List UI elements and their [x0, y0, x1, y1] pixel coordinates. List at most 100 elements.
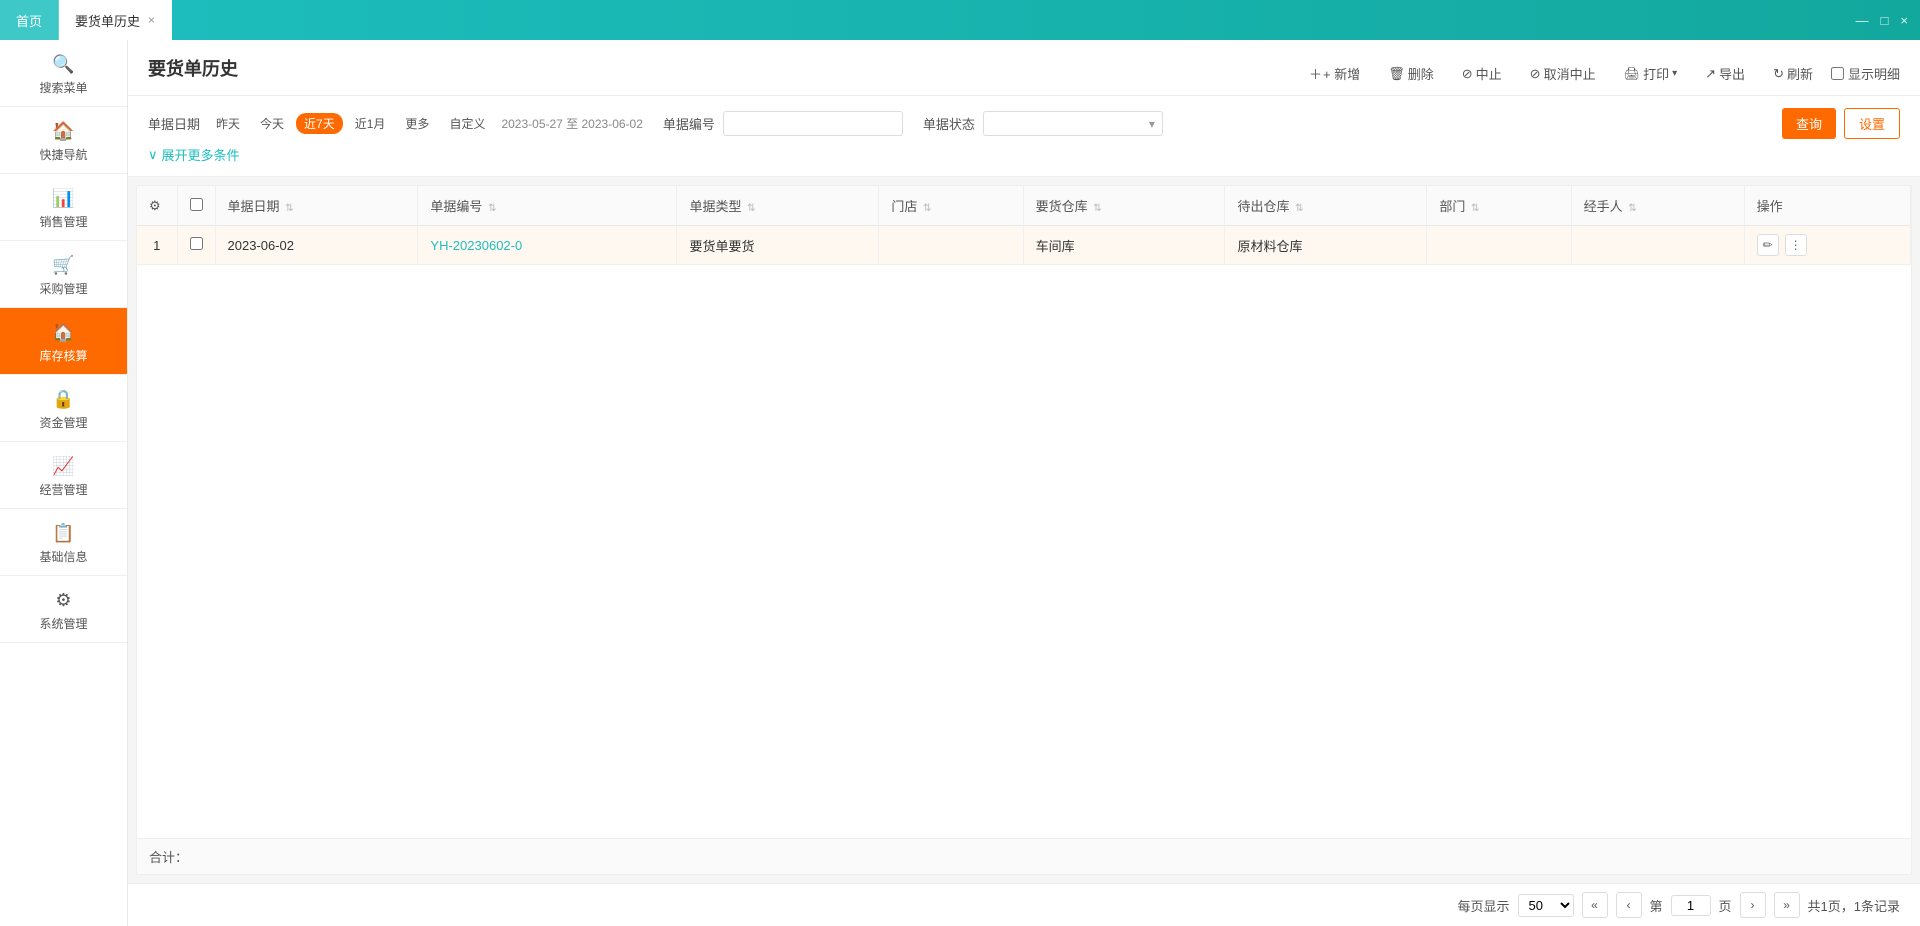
stop-button[interactable]: ⊘ 中止 [1452, 60, 1512, 87]
page-number-input[interactable] [1671, 895, 1711, 916]
sidebar-item-sales[interactable]: 📊 销售管理 [0, 174, 127, 241]
print-dropdown-icon: ▾ [1672, 68, 1677, 79]
status-label: 单据状态 [923, 114, 975, 133]
per-page-label: 每页显示 [1457, 896, 1509, 915]
doc-num-link[interactable]: YH-20230602-0 [430, 238, 522, 253]
doc-type-column-header[interactable]: 单据类型 ⇅ [677, 186, 879, 226]
store-column-header[interactable]: 门店 ⇅ [879, 186, 1023, 226]
doc-num-label: 单据编号 [663, 114, 715, 133]
status-select[interactable] [983, 111, 1163, 136]
per-page-select[interactable]: 20 50 100 200 [1518, 894, 1574, 917]
last-page-button[interactable]: » [1774, 892, 1800, 918]
sidebar-item-label: 搜索菜单 [39, 79, 87, 96]
sidebar-item-finance[interactable]: 🔒 资金管理 [0, 375, 127, 442]
sidebar-item-basic[interactable]: 📋 基础信息 [0, 509, 127, 576]
delete-icon: 🗑 [1388, 66, 1405, 82]
sidebar-item-operations[interactable]: 📈 经营管理 [0, 442, 127, 509]
window-maximize-icon[interactable]: □ [1881, 13, 1889, 28]
table-body: 1 2023-06-02 YH-20230602-0 要货单要货 车间库 原材料… [137, 226, 1911, 265]
page-header: 要货单历史 ＋ + 新增 🗑 删除 ⊘ 中止 ⊘ [128, 40, 1920, 96]
date-shortcut-today[interactable]: 今天 [252, 113, 292, 134]
edit-action-button[interactable]: ✏ [1757, 234, 1779, 256]
filter-row: 单据日期 昨天 今天 近7天 近1月 更多 自定义 2023-05-27 至 2… [148, 108, 1900, 139]
next-page-button[interactable]: › [1740, 892, 1766, 918]
expand-label: 展开更多条件 [162, 145, 240, 164]
filter-actions: 查询 设置 [1782, 108, 1900, 139]
pending-warehouse-column-header[interactable]: 待出仓库 ⇅ [1225, 186, 1427, 226]
sidebar-item-label: 系统管理 [39, 615, 87, 632]
pagination-bar: 每页显示 20 50 100 200 « ‹ 第 页 › » 共1页，1条记录 [128, 883, 1920, 926]
system-icon: ⚙ [55, 590, 71, 611]
new-button[interactable]: ＋ + 新增 [1299, 60, 1370, 87]
select-all-checkbox[interactable] [190, 198, 203, 211]
page-title: 要货单历史 [148, 55, 238, 81]
settings-button[interactable]: 设置 [1844, 108, 1900, 139]
sidebar-item-search[interactable]: 🔍 搜索菜单 [0, 40, 127, 107]
tab-requisition-history[interactable]: 要货单历史 × [59, 0, 172, 40]
basic-icon: 📋 [52, 523, 74, 544]
table-header-row: ⚙ 单据日期 ⇅ 单据编号 ⇅ 单据类型 [137, 186, 1911, 226]
show-detail-checkbox-label[interactable]: 显示明细 [1831, 64, 1900, 83]
expand-more[interactable]: ∨ 展开更多条件 [148, 145, 1900, 164]
handler-column-header[interactable]: 经手人 ⇅ [1571, 186, 1744, 226]
delete-action-button[interactable]: ⋮ [1785, 234, 1807, 256]
settings-column-header[interactable]: ⚙ [137, 186, 177, 226]
sidebar-item-purchase[interactable]: 🛒 采购管理 [0, 241, 127, 308]
print-icon: 🖨 [1624, 66, 1641, 82]
refresh-button[interactable]: ↻ 刷新 [1763, 60, 1823, 87]
tab-close-icon[interactable]: × [148, 13, 155, 27]
table-footer: 合计： [137, 838, 1911, 874]
search-icon: 🔍 [52, 54, 74, 75]
doc-type-cell: 要货单要货 [677, 226, 879, 265]
content-area: 要货单历史 ＋ + 新增 🗑 删除 ⊘ 中止 ⊘ [128, 40, 1920, 926]
chart-icon: 📊 [52, 188, 74, 209]
action-column-header: 操作 [1744, 186, 1910, 226]
doc-num-filter-group: 单据编号 [663, 111, 903, 136]
date-column-header[interactable]: 单据日期 ⇅ [215, 186, 418, 226]
date-range-display: 2023-05-27 至 2023-06-02 [501, 115, 642, 132]
first-page-button[interactable]: « [1582, 892, 1608, 918]
date-shortcut-1month[interactable]: 近1月 [347, 113, 394, 134]
cart-icon: 🛒 [52, 255, 74, 276]
sort-icon: ⇅ [1093, 203, 1101, 214]
page-label: 第 [1650, 896, 1663, 915]
sidebar-item-label: 资金管理 [39, 414, 87, 431]
table-header: ⚙ 单据日期 ⇅ 单据编号 ⇅ 单据类型 [137, 186, 1911, 226]
department-column-header[interactable]: 部门 ⇅ [1427, 186, 1571, 226]
sort-icon: ⇅ [923, 203, 931, 214]
cancel-stop-button[interactable]: ⊘ 取消中止 [1520, 60, 1606, 87]
window-close-icon[interactable]: × [1900, 13, 1908, 28]
sidebar-item-system[interactable]: ⚙ 系统管理 [0, 576, 127, 643]
row-checkbox-cell [177, 226, 215, 265]
export-button[interactable]: ↗ 导出 [1695, 60, 1755, 87]
sidebar-item-inventory[interactable]: 🏠 库存核算 [0, 308, 127, 375]
sort-icon: ⇅ [488, 203, 496, 214]
row-checkbox[interactable] [190, 237, 203, 250]
table-area: ⚙ 单据日期 ⇅ 单据编号 ⇅ 单据类型 [136, 185, 1912, 875]
date-shortcut-yesterday[interactable]: 昨天 [208, 113, 248, 134]
sidebar-item-shortcut[interactable]: 🏠 快捷导航 [0, 107, 127, 174]
handler-cell [1571, 226, 1744, 265]
status-filter-group: 单据状态 [923, 111, 1163, 136]
date-shortcut-more[interactable]: 更多 [397, 113, 437, 134]
date-shortcut-custom[interactable]: 自定义 [441, 113, 493, 134]
show-detail-checkbox[interactable] [1831, 67, 1844, 80]
filter-area: 单据日期 昨天 今天 近7天 近1月 更多 自定义 2023-05-27 至 2… [128, 96, 1920, 177]
delete-button[interactable]: 🗑 删除 [1378, 60, 1444, 87]
stop-icon: ⊘ [1462, 66, 1473, 82]
window-minimize-icon[interactable]: — [1856, 13, 1869, 28]
print-button[interactable]: 🖨 打印 ▾ [1614, 60, 1688, 87]
date-cell: 2023-06-02 [215, 226, 418, 265]
checkbox-column-header [177, 186, 215, 226]
req-warehouse-column-header[interactable]: 要货仓库 ⇅ [1023, 186, 1225, 226]
doc-num-column-header[interactable]: 单据编号 ⇅ [418, 186, 677, 226]
inventory-icon: 🏠 [52, 322, 74, 343]
prev-page-button[interactable]: ‹ [1616, 892, 1642, 918]
tab-home[interactable]: 首页 [0, 0, 59, 40]
status-select-wrapper [983, 111, 1163, 136]
date-shortcut-7days[interactable]: 近7天 [296, 113, 343, 134]
sidebar-item-label: 经营管理 [39, 481, 87, 498]
sidebar-item-label: 快捷导航 [39, 146, 87, 163]
query-button[interactable]: 查询 [1782, 108, 1836, 139]
doc-num-input[interactable] [723, 111, 903, 136]
